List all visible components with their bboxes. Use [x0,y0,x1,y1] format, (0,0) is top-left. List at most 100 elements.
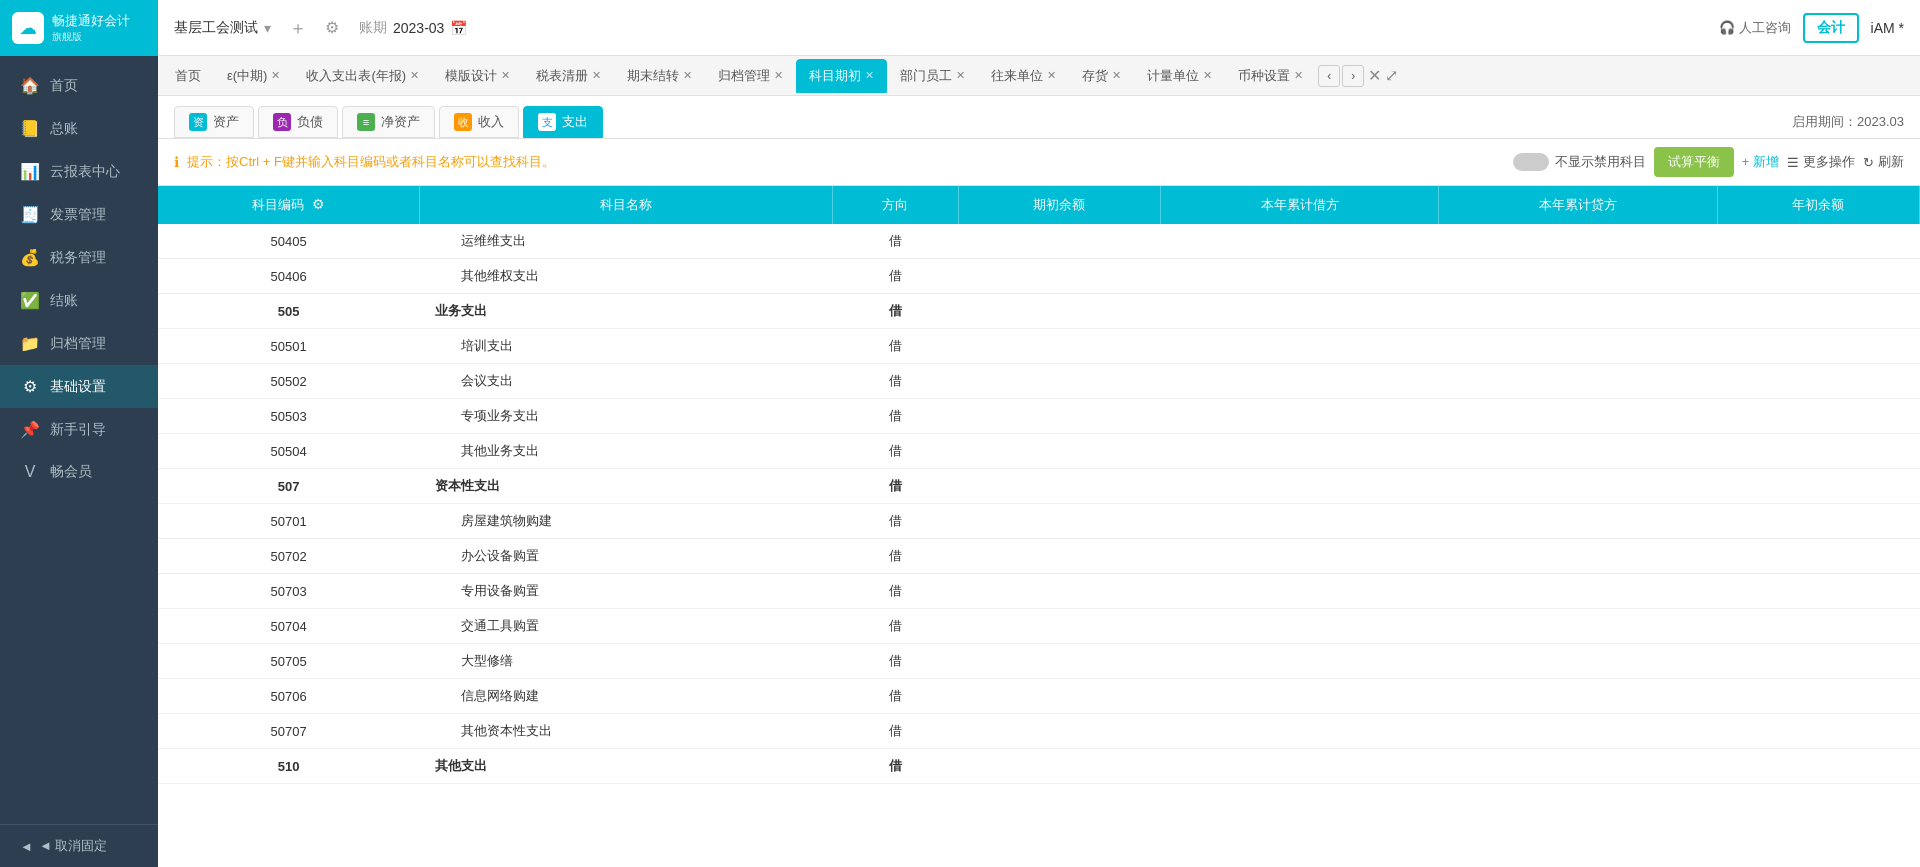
table-row[interactable]: 50703 专用设备购置 借 [158,574,1920,609]
cell-name: 大型修缮 [419,644,832,679]
sub-tab-expense[interactable]: 支 支出 [523,106,603,138]
sidebar-item-home[interactable]: 🏠 首页 [0,64,158,107]
table-row[interactable]: 507 资本性支出 借 [158,469,1920,504]
table-row[interactable]: 50701 房屋建筑物购建 借 [158,504,1920,539]
tab-archive[interactable]: 归档管理 ✕ [705,59,796,93]
cell-code: 50706 [158,679,419,714]
tab-subject-init-close[interactable]: ✕ [865,69,874,82]
tab-home[interactable]: 首页 [162,59,214,93]
tab-income-report-close[interactable]: ✕ [410,69,419,82]
tab-tax-form-close[interactable]: ✕ [592,69,601,82]
tab-income-report[interactable]: 收入支出表(年报) ✕ [293,59,432,93]
tab-inventory[interactable]: 存货 ✕ [1069,59,1134,93]
sub-tab-net-asset[interactable]: ≡ 净资产 [342,106,435,138]
calendar-icon[interactable]: 📅 [450,20,467,36]
sidebar-item-checkout[interactable]: ✅ 结账 [0,279,158,322]
tab-template-close[interactable]: ✕ [501,69,510,82]
table-row[interactable]: 505 业务支出 借 [158,294,1920,329]
sidebar-item-archive[interactable]: 📁 归档管理 [0,322,158,365]
col-header-year-balance: 年初余额 [1717,186,1919,224]
cell-code: 50504 [158,434,419,469]
toolbar-tip: 提示：按Ctrl + F键并输入科目编码或者科目名称可以查找科目。 [187,153,555,171]
tab-dept-close[interactable]: ✕ [956,69,965,82]
table-row[interactable]: 50503 专项业务支出 借 [158,399,1920,434]
table-row[interactable]: 50406 其他维权支出 借 [158,259,1920,294]
tab-tax-form[interactable]: 税表清册 ✕ [523,59,614,93]
table-row[interactable]: 50502 会议支出 借 [158,364,1920,399]
close-all-tabs-button[interactable]: ✕ [1368,66,1381,85]
add-tab-button[interactable]: ＋ [283,14,313,42]
table-row[interactable]: 50702 办公设备购置 借 [158,539,1920,574]
cell-ytd-debit [1161,714,1439,749]
cell-year-balance [1717,609,1919,644]
cell-code: 50503 [158,399,419,434]
sidebar-label-guide: 新手引导 [50,421,106,439]
cell-direction: 借 [832,399,958,434]
more-button[interactable]: ☰ 更多操作 [1787,153,1855,171]
sidebar-item-settings[interactable]: ⚙ 基础设置 [0,365,158,408]
tab-archive-close[interactable]: ✕ [774,69,783,82]
tab-subject-init-label: 科目期初 [809,67,861,85]
cell-ytd-debit [1161,329,1439,364]
cell-year-balance [1717,574,1919,609]
tab-mid-close[interactable]: ✕ [271,69,280,82]
tab-subject-init[interactable]: 科目期初 ✕ [796,59,887,93]
main-area: 基层工会测试 ▾ ＋ ⚙ 账期 2023-03 📅 🎧 人工咨询 会计 iAM … [158,0,1920,867]
tab-archive-label: 归档管理 [718,67,770,85]
more-label: 更多操作 [1803,153,1855,171]
table-row[interactable]: 510 其他支出 借 [158,749,1920,784]
table-row[interactable]: 50501 培训支出 借 [158,329,1920,364]
table-row[interactable]: 50707 其他资本性支出 借 [158,714,1920,749]
tab-mid[interactable]: ε(中期) ✕ [214,59,293,93]
cell-period-balance [958,294,1160,329]
expand-button[interactable]: ⤢ [1385,66,1398,85]
table-row[interactable]: 50504 其他业务支出 借 [158,434,1920,469]
dropdown-arrow-icon[interactable]: ▾ [264,20,271,36]
tab-currency[interactable]: 币种设置 ✕ [1225,59,1316,93]
kuaiji-button[interactable]: 会计 [1803,13,1859,43]
sub-tab-income[interactable]: 收 收入 [439,106,519,138]
tab-inventory-close[interactable]: ✕ [1112,69,1121,82]
tab-template[interactable]: 模版设计 ✕ [432,59,523,93]
tab-period-end[interactable]: 期末结转 ✕ [614,59,705,93]
sub-tab-debt[interactable]: 负 负债 [258,106,338,138]
column-settings-icon[interactable]: ⚙ [312,196,325,212]
tab-customers-close[interactable]: ✕ [1047,69,1056,82]
table-row[interactable]: 50706 信息网络购建 借 [158,679,1920,714]
period-label: 账期 [359,19,387,37]
subjects-table: 科目编码 ⚙ 科目名称 方向 期初余额 本年累计借方 本年累计贷方 年初余额 5… [158,186,1920,784]
period-info: 账期 2023-03 📅 [359,19,467,37]
collapse-sidebar-button[interactable]: ◄ ◄ 取消固定 [0,824,158,867]
support-button[interactable]: 🎧 人工咨询 [1719,19,1791,37]
settings-gear-icon[interactable]: ⚙ [325,18,339,37]
sidebar-item-guide[interactable]: 📌 新手引导 [0,408,158,451]
balance-button[interactable]: 试算平衡 [1654,147,1734,177]
cell-code: 50704 [158,609,419,644]
sidebar-item-tax[interactable]: 💰 税务管理 [0,236,158,279]
refresh-button[interactable]: ↻ 刷新 [1863,153,1904,171]
tab-currency-label: 币种设置 [1238,67,1290,85]
sidebar-item-reports[interactable]: 📊 云报表中心 [0,150,158,193]
tab-unit-close[interactable]: ✕ [1203,69,1212,82]
tab-currency-close[interactable]: ✕ [1294,69,1303,82]
sub-tab-asset[interactable]: 资 资产 [174,106,254,138]
table-row[interactable]: 50405 运维维支出 借 [158,224,1920,259]
cell-code: 50501 [158,329,419,364]
sidebar-item-ledger[interactable]: 📒 总账 [0,107,158,150]
app-name: 畅捷通好会计 [52,12,130,30]
cell-period-balance [958,469,1160,504]
sidebar-item-member[interactable]: V 畅会员 [0,451,158,493]
tab-period-end-close[interactable]: ✕ [683,69,692,82]
cell-name: 交通工具购置 [419,609,832,644]
tab-unit[interactable]: 计量单位 ✕ [1134,59,1225,93]
tab-next-button[interactable]: › [1342,65,1364,87]
add-button[interactable]: + 新增 [1742,153,1779,171]
tab-dept[interactable]: 部门员工 ✕ [887,59,978,93]
sidebar-item-invoice[interactable]: 🧾 发票管理 [0,193,158,236]
user-menu[interactable]: iAM * [1871,20,1904,36]
tab-customers[interactable]: 往来单位 ✕ [978,59,1069,93]
table-row[interactable]: 50704 交通工具购置 借 [158,609,1920,644]
toggle-disabled-switch[interactable] [1513,153,1549,171]
table-row[interactable]: 50705 大型修缮 借 [158,644,1920,679]
tab-prev-button[interactable]: ‹ [1318,65,1340,87]
